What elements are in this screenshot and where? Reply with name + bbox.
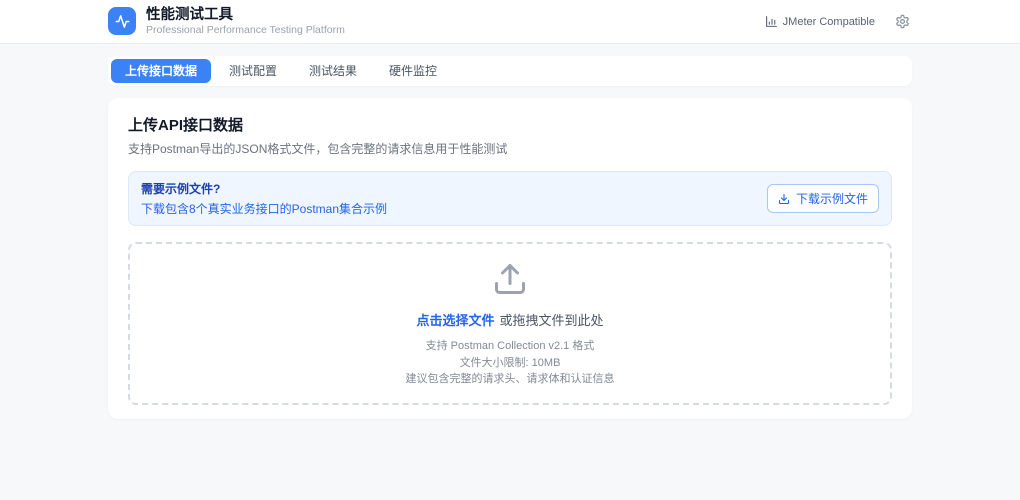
tab-bar: 上传接口数据 测试配置 测试结果 硬件监控 [108, 56, 912, 87]
dropzone-hints: 支持 Postman Collection v2.1 格式 文件大小限制: 10… [140, 338, 880, 388]
hint-size: 文件大小限制: 10MB [459, 356, 561, 369]
brand-text: 性能测试工具 Professional Performance Testing … [146, 7, 345, 37]
bar-chart-icon [765, 15, 778, 28]
activity-pulse-icon [115, 14, 130, 29]
settings-button[interactable] [893, 12, 912, 31]
tab-upload-api-data[interactable]: 上传接口数据 [111, 59, 212, 84]
sample-file-text: 需要示例文件? 下载包含8个真实业务接口的Postman集合示例 [141, 180, 387, 217]
download-icon [778, 193, 790, 205]
header-right: JMeter Compatible [765, 12, 912, 31]
tab-hardware-monitor[interactable]: 硬件监控 [375, 59, 451, 83]
download-sample-button[interactable]: 下载示例文件 [766, 184, 879, 214]
hint-content: 建议包含完整的请求头、请求体和认证信息 [405, 373, 615, 386]
sample-question: 需要示例文件? [141, 182, 221, 197]
main-content: 上传接口数据 测试配置 测试结果 硬件监控 上传API接口数据 支持Postma… [108, 44, 912, 419]
dropzone-main-text: 点击选择文件 或拖拽文件到此处 [140, 310, 880, 329]
brand: 性能测试工具 Professional Performance Testing … [108, 7, 345, 37]
app-title: 性能测试工具 [146, 6, 233, 23]
drag-hint-text: 或拖拽文件到此处 [499, 313, 604, 329]
card-title: 上传API接口数据 [128, 117, 244, 135]
card-description: 支持Postman导出的JSON格式文件，包含完整的请求信息用于性能测试 [128, 142, 508, 157]
hint-format: 支持 Postman Collection v2.1 格式 [425, 340, 595, 353]
tab-test-results[interactable]: 测试结果 [295, 59, 371, 83]
upload-icon [140, 261, 880, 302]
app-subtitle: Professional Performance Testing Platfor… [146, 24, 345, 37]
tab-test-config[interactable]: 测试配置 [215, 59, 291, 83]
jmeter-badge-label: JMeter Compatible [782, 15, 875, 28]
sample-subtitle: 下载包含8个真实业务接口的Postman集合示例 [141, 202, 388, 217]
jmeter-compatible-badge: JMeter Compatible [765, 15, 875, 28]
app-logo [108, 7, 136, 36]
app-header: 性能测试工具 Professional Performance Testing … [0, 0, 1020, 44]
download-button-label: 下载示例文件 [795, 192, 868, 207]
choose-file-link[interactable]: 点击选择文件 [416, 313, 494, 328]
gear-icon [895, 14, 910, 29]
sample-file-banner: 需要示例文件? 下载包含8个真实业务接口的Postman集合示例 下载示例文件 [128, 171, 892, 227]
file-dropzone[interactable]: 点击选择文件 或拖拽文件到此处 支持 Postman Collection v2.… [128, 242, 892, 405]
upload-card: 上传API接口数据 支持Postman导出的JSON格式文件，包含完整的请求信息… [108, 98, 912, 419]
